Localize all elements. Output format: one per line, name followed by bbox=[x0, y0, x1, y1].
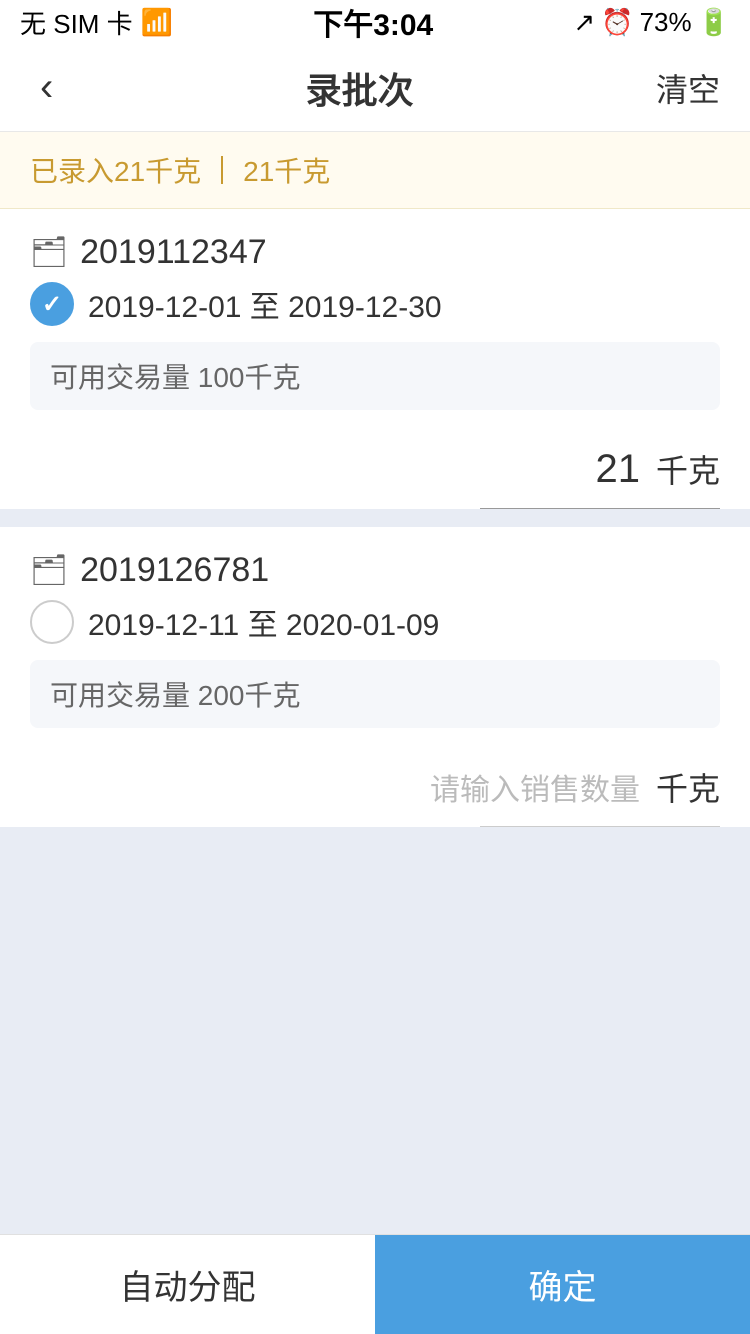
batch-card-1: 🗂 2019112347 2019-12-01 至 2019-12-30 可用交… bbox=[0, 209, 750, 509]
batch-2-number: 2019126781 bbox=[80, 551, 269, 590]
page-content: 已录入21千克 21千克 🗂 2019112347 2019-12-01 至 2… bbox=[0, 132, 750, 1322]
auto-distribute-button[interactable]: 自动分配 bbox=[0, 1235, 375, 1334]
batch-1-qty: 可用交易量 100千克 bbox=[30, 342, 720, 410]
batch-1-icon: 🗂 bbox=[30, 235, 68, 270]
batch-2-qty: 可用交易量 200千克 bbox=[30, 660, 720, 728]
summary-amount: 21千克 bbox=[243, 150, 330, 190]
status-bar: 无 SIM 卡 📶 下午3:04 ↗ ⏰ 73% 🔋 bbox=[0, 0, 750, 44]
carrier-text: 无 SIM 卡 bbox=[20, 4, 133, 41]
status-time: 下午3:04 bbox=[313, 0, 433, 44]
nav-bar: ‹ 录批次 清空 bbox=[0, 44, 750, 132]
batch-1-date: 2019-12-01 至 2019-12-30 bbox=[88, 282, 442, 326]
clear-button[interactable]: 清空 bbox=[656, 65, 720, 111]
batch-1-date-row: 2019-12-01 至 2019-12-30 bbox=[0, 282, 750, 342]
recorded-label: 已录入21千克 bbox=[30, 150, 201, 190]
confirm-button[interactable]: 确定 bbox=[375, 1235, 750, 1334]
batch-1-radio[interactable] bbox=[30, 282, 74, 326]
batch-1-header: 🗂 2019112347 bbox=[0, 209, 750, 282]
section-separator-1 bbox=[0, 509, 750, 527]
batch-2-date: 2019-12-11 至 2020-01-09 bbox=[88, 600, 439, 644]
location-icon: ↗ bbox=[573, 7, 595, 38]
batch-1-amount-row: 21 千克 bbox=[0, 430, 750, 508]
batch-1-value[interactable]: 21 bbox=[595, 447, 640, 492]
battery-text: 73% bbox=[640, 7, 692, 38]
batch-2-header: 🗂 2019126781 bbox=[0, 527, 750, 600]
batch-1-number: 2019112347 bbox=[80, 233, 267, 272]
batch-2-placeholder: 请输入销售数量 bbox=[430, 765, 640, 809]
back-button[interactable]: ‹ bbox=[30, 55, 63, 120]
bottom-bar: 自动分配 确定 bbox=[0, 1234, 750, 1334]
batch-1-unit: 千克 bbox=[656, 446, 720, 492]
summary-banner: 已录入21千克 21千克 bbox=[0, 132, 750, 209]
batch-card-2: 🗂 2019126781 2019-12-11 至 2020-01-09 可用交… bbox=[0, 527, 750, 827]
alarm-icon: ⏰ bbox=[601, 7, 633, 38]
summary-divider bbox=[221, 156, 223, 184]
wifi-icon: 📶 bbox=[141, 7, 173, 38]
batch-2-unit: 千克 bbox=[656, 764, 720, 810]
batch-2-icon: 🗂 bbox=[30, 553, 68, 588]
battery-icon: 🔋 bbox=[698, 7, 730, 38]
status-right: ↗ ⏰ 73% 🔋 bbox=[573, 7, 730, 38]
batch-2-radio[interactable] bbox=[30, 600, 74, 644]
batch-2-date-row: 2019-12-11 至 2020-01-09 bbox=[0, 600, 750, 660]
status-left: 无 SIM 卡 📶 bbox=[20, 4, 173, 41]
batch-2-input-row: 请输入销售数量 千克 bbox=[0, 748, 750, 826]
page-title: 录批次 bbox=[306, 62, 414, 114]
